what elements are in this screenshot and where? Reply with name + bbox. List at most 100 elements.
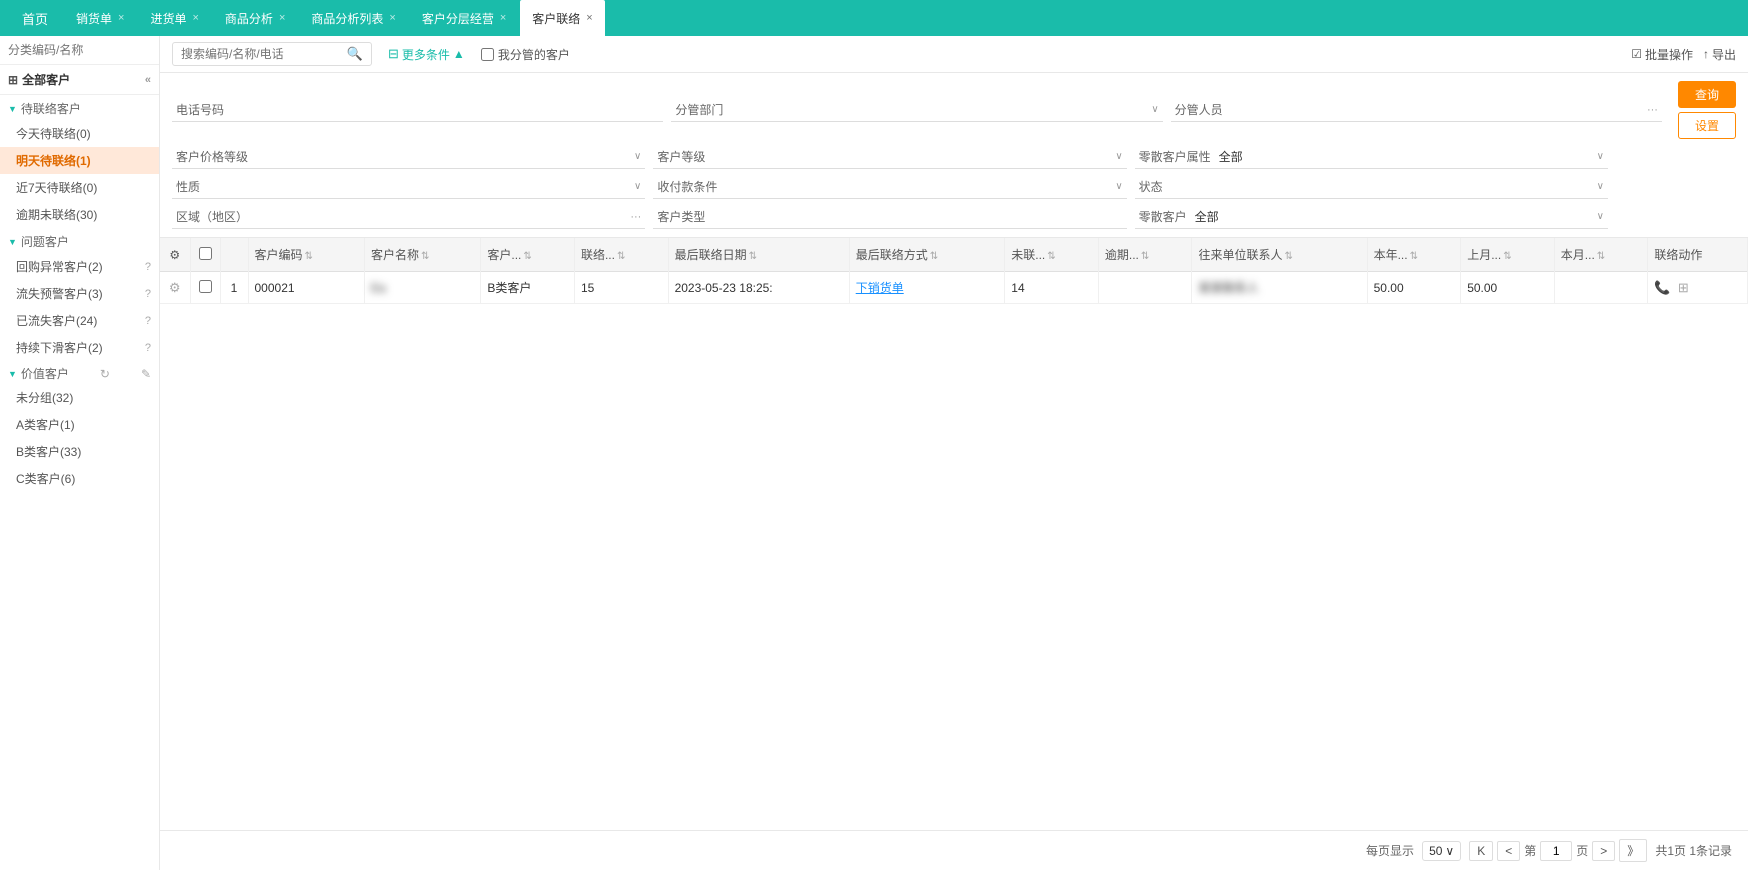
my-customers-checkbox[interactable] [481, 48, 494, 61]
page-number-input[interactable] [1540, 841, 1572, 861]
row-this-month-cell [1554, 272, 1648, 304]
close-icon[interactable]: × [279, 12, 285, 24]
col-type-header[interactable]: 客户...⇅ [481, 238, 575, 272]
grid-action-icon[interactable]: ⊞ [1678, 280, 1689, 295]
select-all-checkbox[interactable] [199, 247, 212, 260]
batch-ops-btn[interactable]: ☑ 批量操作 [1631, 46, 1693, 63]
export-btn[interactable]: ↑ 导出 [1703, 46, 1736, 63]
chevron-down-icon[interactable]: ∨ [1597, 151, 1604, 162]
nav-tab-salelist[interactable]: 销货单 × [64, 0, 136, 36]
col-unlinked-header[interactable]: 未联...⇅ [1005, 238, 1099, 272]
filter-retail-attr-value[interactable]: 全部 [1219, 148, 1593, 165]
help-icon[interactable]: ? [145, 342, 151, 354]
nav-tab-analysis-list[interactable]: 商品分析列表 × [299, 0, 407, 36]
filter-more-btn[interactable]: ⊟ 更多条件 ▲ [380, 43, 473, 66]
sidebar-item-today[interactable]: 今天待联络(0) [0, 120, 159, 147]
nav-tab-analysis[interactable]: 商品分析 × [213, 0, 297, 36]
group-problem-customers[interactable]: ▼ 问题客户 [0, 228, 159, 253]
sidebar-item-churn-warning[interactable]: 流失预警客户(3) ? [0, 280, 159, 307]
nav-tab-purchase[interactable]: 进货单 × [138, 0, 210, 36]
chevron-down-icon[interactable]: ∨ [1115, 151, 1122, 162]
sidebar-item-ungrouped[interactable]: 未分组(32) [0, 384, 159, 411]
unit-contact-name: 某某联系人 [1198, 279, 1258, 296]
sidebar-item-churned[interactable]: 已流失客户(24) ? [0, 307, 159, 334]
next-page-btn[interactable]: > [1592, 841, 1615, 861]
nav-tab-customer-contact[interactable]: 客户联络 × [520, 0, 604, 36]
row-num-cell: 1 [220, 272, 248, 304]
last-page-btn[interactable]: 》 [1619, 839, 1647, 862]
filter-person: 分管人员 ··· [1171, 98, 1662, 122]
sidebar-item-7days[interactable]: 近7天待联络(0) [0, 174, 159, 201]
collapse-icon[interactable]: « [145, 74, 151, 86]
settings-icon[interactable]: ⚙ [169, 280, 181, 295]
phone-icon[interactable]: 📞 [1654, 280, 1670, 295]
sort-icon: ⇅ [305, 251, 313, 262]
col-this-year-header[interactable]: 本年...⇅ [1367, 238, 1461, 272]
nav-tab-customer-tier[interactable]: 客户分层经营 × [410, 0, 518, 36]
per-page-select[interactable]: 50 ∨ [1422, 841, 1461, 861]
col-last-method-header[interactable]: 最后联络方式⇅ [849, 238, 1005, 272]
triangle-icon: ▼ [8, 237, 17, 247]
filter-customer-level: 客户等级 ∨ [653, 145, 1126, 169]
row-checkbox[interactable] [199, 280, 212, 293]
more-icon[interactable]: ··· [1647, 104, 1658, 116]
col-this-month-header[interactable]: 本月...⇅ [1554, 238, 1648, 272]
filter-region: 区域（地区） ··· [172, 205, 645, 229]
chevron-down-icon[interactable]: ∨ [634, 151, 641, 162]
col-name-header[interactable]: 客户名称⇅ [364, 238, 480, 272]
prev-page-btn[interactable]: < [1497, 841, 1520, 861]
col-last-date-header[interactable]: 最后联络日期⇅ [668, 238, 849, 272]
close-icon[interactable]: × [500, 12, 506, 24]
search-box: 🔍 [172, 42, 372, 66]
first-page-btn[interactable]: K [1469, 841, 1493, 861]
chevron-down-icon[interactable]: ∨ [634, 181, 641, 192]
content-area: 🔍 ⊟ 更多条件 ▲ 我分管的客户 ☑ 批量操作 ↑ 导出 [160, 36, 1748, 870]
chevron-down-icon[interactable]: ∨ [1597, 211, 1604, 222]
chevron-down-icon[interactable]: ∨ [1115, 181, 1122, 192]
sidebar-search-input[interactable] [8, 43, 160, 57]
sidebar-item-rebuy-abnormal[interactable]: 回购异常客户(2) ? [0, 253, 159, 280]
filter-retail-customer-value[interactable]: 全部 [1195, 208, 1593, 225]
help-icon[interactable]: ? [145, 315, 151, 327]
col-unit-contact-header[interactable]: 往来单位联系人⇅ [1192, 238, 1367, 272]
close-icon[interactable]: × [586, 12, 592, 24]
sidebar-item-b-class[interactable]: B类客户(33) [0, 438, 159, 465]
chevron-down-icon[interactable]: ∨ [1151, 104, 1158, 115]
search-icon[interactable]: 🔍 [347, 46, 363, 62]
search-input[interactable] [181, 47, 343, 61]
settings-button[interactable]: 设置 [1678, 112, 1736, 139]
grid-icon: ⊞ [8, 73, 18, 87]
filter-nature-label: 性质 [176, 178, 200, 195]
my-customers-toggle[interactable]: 我分管的客户 [481, 46, 570, 63]
sidebar-item-a-class[interactable]: A类客户(1) [0, 411, 159, 438]
filter-person-label: 分管人员 [1175, 101, 1223, 118]
group-pending-contact[interactable]: ▼ 待联络客户 [0, 95, 159, 120]
col-last-month-header[interactable]: 上月...⇅ [1461, 238, 1555, 272]
col-overdue-header[interactable]: 逾期...⇅ [1098, 238, 1192, 272]
sidebar-item-c-class[interactable]: C类客户(6) [0, 465, 159, 492]
more-icon[interactable]: ··· [630, 211, 641, 223]
query-button[interactable]: 查询 [1678, 81, 1736, 108]
col-num-header [220, 238, 248, 272]
filter-phone-label: 电话号码 [176, 101, 224, 118]
sidebar-item-declining[interactable]: 持续下滑客户(2) ? [0, 334, 159, 361]
close-icon[interactable]: × [192, 12, 198, 24]
col-contacts-header[interactable]: 联络...⇅ [574, 238, 668, 272]
edit-icon[interactable]: ✎ [141, 367, 151, 381]
chevron-down-icon[interactable]: ∨ [1597, 181, 1604, 192]
row-unlinked-cell: 14 [1005, 272, 1099, 304]
all-customers-header[interactable]: ⊞ 全部客户 « [0, 65, 159, 95]
chevron-up-icon: ▲ [453, 47, 465, 61]
col-code-header[interactable]: 客户编码⇅ [248, 238, 364, 272]
help-icon[interactable]: ? [145, 261, 151, 273]
sidebar-item-overdue[interactable]: 逾期未联络(30) [0, 201, 159, 228]
help-icon[interactable]: ? [145, 288, 151, 300]
group-value-customers[interactable]: ▼ 价值客户 ↻ ✎ [0, 361, 159, 384]
nav-home[interactable]: 首页 [8, 0, 62, 36]
last-method-link[interactable]: 下销货单 [856, 281, 904, 295]
filter-payment: 收付款条件 ∨ [653, 175, 1126, 199]
close-icon[interactable]: × [118, 12, 124, 24]
sidebar-item-tomorrow[interactable]: 明天待联络(1) [0, 147, 159, 174]
close-icon[interactable]: × [389, 12, 395, 24]
refresh-icon[interactable]: ↻ [100, 367, 110, 381]
